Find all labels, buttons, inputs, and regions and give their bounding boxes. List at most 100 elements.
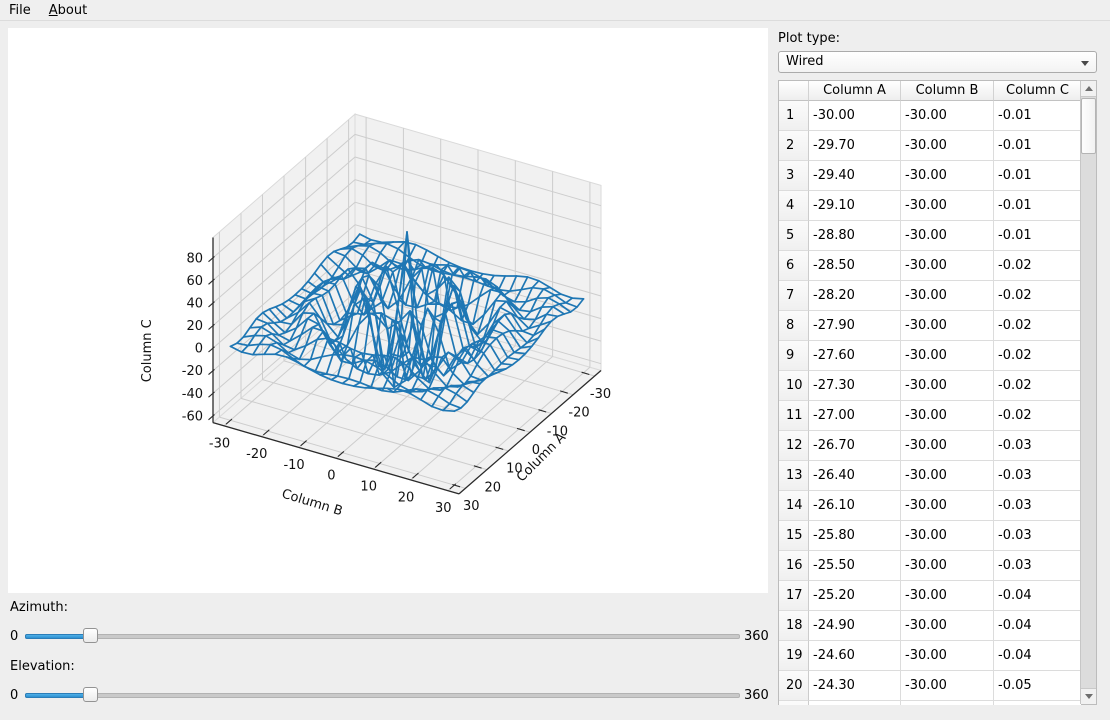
data-cell[interactable]: -27.00 [809,401,901,431]
data-cell[interactable]: -25.80 [809,521,901,551]
table-row[interactable]: 11-27.00-30.00-0.02 [779,401,1081,431]
data-cell[interactable]: -24.60 [809,641,901,671]
table-row[interactable]: 12-26.70-30.00-0.03 [779,431,1081,461]
data-cell[interactable]: -30.00 [901,311,994,341]
data-cell[interactable]: -30.00 [901,611,994,641]
data-cell[interactable]: -0.02 [994,281,1081,311]
data-cell[interactable]: -30.00 [901,251,994,281]
column-c-header[interactable]: Column C [994,81,1081,101]
row-number-cell[interactable]: 1 [779,101,809,131]
azimuth-slider-handle[interactable] [83,628,98,643]
row-number-cell[interactable]: 10 [779,371,809,401]
azimuth-slider[interactable]: 0 360 [0,627,768,647]
data-cell[interactable]: -30.00 [901,551,994,581]
data-cell[interactable]: -27.60 [809,341,901,371]
data-cell[interactable]: -29.70 [809,131,901,161]
row-number-cell[interactable]: 5 [779,221,809,251]
data-cell[interactable]: -0.04 [994,611,1081,641]
table-row[interactable]: 2-29.70-30.00-0.01 [779,131,1081,161]
table-row[interactable]: 9-27.60-30.00-0.02 [779,341,1081,371]
data-cell[interactable]: -30.00 [901,221,994,251]
row-number-cell[interactable]: 4 [779,191,809,221]
3d-wireframe-plot[interactable]: -30-20-100102030-30-20-10010203080604020… [8,28,768,593]
data-cell[interactable]: -0.02 [994,251,1081,281]
data-cell[interactable]: -0.04 [994,581,1081,611]
data-cell[interactable]: -0.05 [994,671,1081,701]
data-cell[interactable]: -26.10 [809,491,901,521]
table-row[interactable]: 15-25.80-30.00-0.03 [779,521,1081,551]
data-cell[interactable]: -29.10 [809,191,901,221]
table-row[interactable]: 4-29.10-30.00-0.01 [779,191,1081,221]
row-number-cell[interactable]: 16 [779,551,809,581]
table-row[interactable]: 3-29.40-30.00-0.01 [779,161,1081,191]
plot-type-dropdown[interactable]: Wired [778,51,1097,73]
data-cell[interactable]: -30.00 [901,161,994,191]
table-row[interactable]: 10-27.30-30.00-0.02 [779,371,1081,401]
table-row[interactable]: 19-24.60-30.00-0.04 [779,641,1081,671]
data-cell[interactable]: -25.20 [809,581,901,611]
data-cell[interactable]: -0.01 [994,161,1081,191]
table-row[interactable]: 16-25.50-30.00-0.03 [779,551,1081,581]
data-cell[interactable]: -26.70 [809,431,901,461]
scrollbar-thumb[interactable] [1081,98,1096,154]
table-row[interactable]: 5-28.80-30.00-0.01 [779,221,1081,251]
row-number-cell[interactable]: 20 [779,671,809,701]
menu-item-file[interactable]: File [0,0,40,21]
data-cell[interactable]: -30.00 [901,491,994,521]
row-number-cell[interactable]: 2 [779,131,809,161]
data-cell[interactable]: -0.02 [994,371,1081,401]
data-cell[interactable]: -24.90 [809,611,901,641]
data-cell[interactable]: -0.03 [994,551,1081,581]
3d-plot-canvas[interactable]: -30-20-100102030-30-20-10010203080604020… [8,28,768,593]
data-cell[interactable]: -30.00 [901,401,994,431]
row-number-cell[interactable]: 12 [779,431,809,461]
data-cell[interactable]: -30.00 [901,101,994,131]
table-row[interactable]: 1-30.00-30.00-0.01 [779,101,1081,131]
row-number-cell[interactable]: 11 [779,401,809,431]
scroll-up-button[interactable] [1081,81,1096,97]
data-cell[interactable]: -30.00 [901,461,994,491]
data-cell[interactable]: -0.01 [994,131,1081,161]
row-number-cell[interactable]: 17 [779,581,809,611]
data-cell[interactable]: -27.30 [809,371,901,401]
data-cell[interactable]: -30.00 [901,281,994,311]
data-cell[interactable]: -30.00 [901,521,994,551]
table-row[interactable]: 8-27.90-30.00-0.02 [779,311,1081,341]
data-cell[interactable]: -0.02 [994,311,1081,341]
elevation-slider[interactable]: 0 360 [0,686,768,706]
elevation-slider-track[interactable] [25,693,740,698]
vertical-scrollbar[interactable] [1080,81,1096,704]
table-row[interactable]: 6-28.50-30.00-0.02 [779,251,1081,281]
row-number-cell[interactable]: 14 [779,491,809,521]
data-cell[interactable]: -29.40 [809,161,901,191]
menu-item-about[interactable]: About [40,0,96,21]
data-cell[interactable]: -30.00 [901,671,994,701]
table-row[interactable]: 14-26.10-30.00-0.03 [779,491,1081,521]
data-cell[interactable]: -28.80 [809,221,901,251]
table-row[interactable]: 7-28.20-30.00-0.02 [779,281,1081,311]
data-cell[interactable]: -27.90 [809,311,901,341]
table-corner-header[interactable] [779,81,809,101]
row-number-cell[interactable]: 8 [779,311,809,341]
data-cell[interactable]: -0.01 [994,191,1081,221]
table-row[interactable]: 18-24.90-30.00-0.04 [779,611,1081,641]
scroll-down-button[interactable] [1081,688,1096,704]
data-cell[interactable]: -30.00 [809,101,901,131]
row-number-cell[interactable]: 6 [779,251,809,281]
data-cell[interactable]: -30.00 [901,341,994,371]
data-cell[interactable]: -28.50 [809,251,901,281]
data-cell[interactable]: -24.30 [809,671,901,701]
row-number-cell[interactable]: 18 [779,611,809,641]
data-cell[interactable]: -0.02 [994,341,1081,371]
column-b-header[interactable]: Column B [901,81,994,101]
data-cell[interactable]: -30.00 [901,371,994,401]
elevation-slider-handle[interactable] [83,687,98,702]
row-number-cell[interactable]: 7 [779,281,809,311]
row-number-cell[interactable]: 3 [779,161,809,191]
row-number-cell[interactable]: 15 [779,521,809,551]
data-cell[interactable]: -0.03 [994,431,1081,461]
data-cell[interactable]: -30.00 [901,191,994,221]
data-cell[interactable]: -30.00 [901,581,994,611]
column-a-header[interactable]: Column A [809,81,901,101]
data-cell[interactable]: -30.00 [901,431,994,461]
